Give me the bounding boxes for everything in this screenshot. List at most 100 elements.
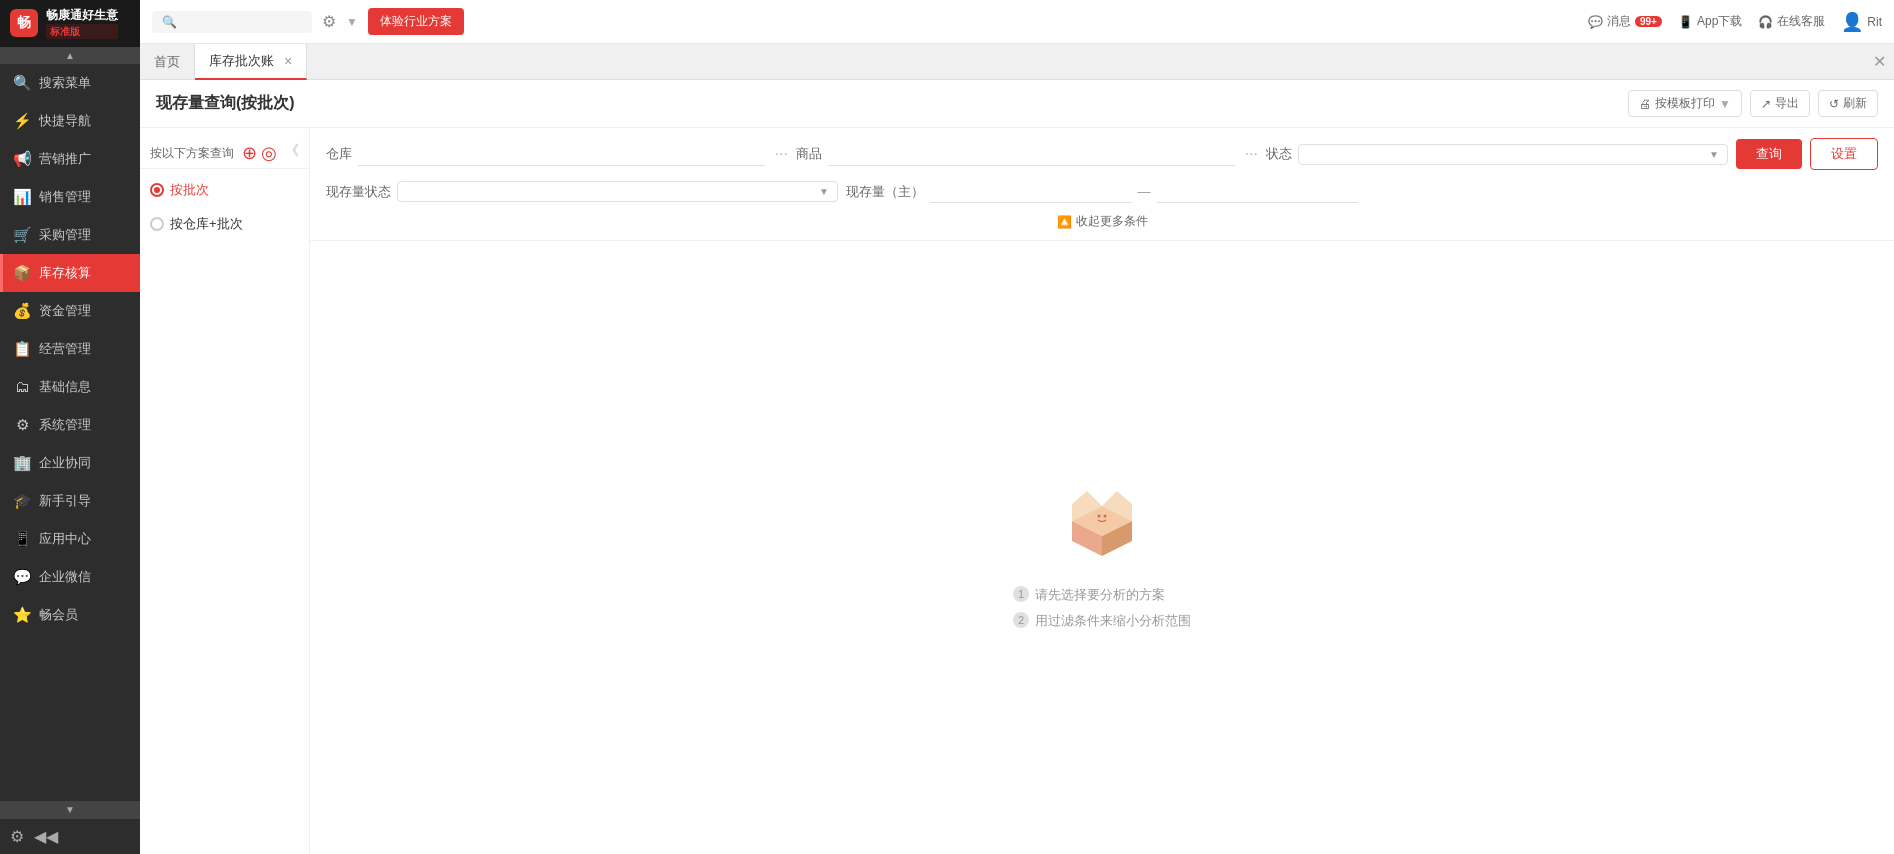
filter-warehouse-group: 仓库 ··· — [326, 143, 788, 166]
operations-icon: 📋 — [13, 340, 31, 358]
sidebar-item-guide[interactable]: 🎓 新手引导 — [0, 482, 140, 520]
purchase-icon: 🛒 — [13, 226, 31, 244]
collapse-button[interactable]: 🔼 收起更多条件 — [1057, 213, 1148, 230]
sidebar-item-sales[interactable]: 📊 销售管理 — [0, 178, 140, 216]
tab-close-icon[interactable]: × — [284, 53, 292, 69]
close-all-icon[interactable]: ✕ — [1873, 52, 1886, 71]
trial-button[interactable]: 体验行业方案 — [368, 8, 464, 35]
goods-more-icon[interactable]: ··· — [1245, 145, 1258, 163]
settings-plan-icon[interactable]: ◎ — [261, 142, 277, 164]
collapse-left-icon[interactable]: 《 — [285, 142, 299, 164]
empty-box-icon — [1052, 466, 1152, 566]
svg-point-6 — [1092, 510, 1112, 526]
warehouse-input[interactable] — [358, 143, 765, 166]
radio-batch — [150, 183, 164, 197]
sidebar-item-finance[interactable]: 💰 资金管理 — [0, 292, 140, 330]
inv-status-select[interactable]: ▼ — [397, 181, 838, 202]
main-area: 🔍 ⚙ ▼ 体验行业方案 💬 消息 99+ 📱 App下载 🎧 在线客服 👤 R… — [140, 0, 1894, 854]
app-download-icon: 📱 — [1678, 15, 1693, 29]
refresh-button[interactable]: ↺ 刷新 — [1818, 90, 1878, 117]
app-download-group[interactable]: 📱 App下载 — [1678, 13, 1742, 30]
tab-batch-account[interactable]: 库存批次账 × — [195, 44, 307, 80]
topbar-search[interactable]: 🔍 — [152, 11, 312, 33]
export-button[interactable]: ↗ 导出 — [1750, 90, 1810, 117]
sidebar-scroll-down[interactable]: ▼ — [0, 801, 140, 818]
sidebar-item-marketing[interactable]: 📢 营销推广 — [0, 140, 140, 178]
empty-tips: 1 请先选择要分析的方案 2 用过滤条件来缩小分析范围 — [1013, 586, 1191, 630]
sidebar-item-apps[interactable]: 📱 应用中心 — [0, 520, 140, 558]
sidebar-header: 畅 畅康通好生意 标准版 — [0, 0, 140, 47]
left-panel-warehouse-batch-label: 按仓库+批次 — [170, 215, 243, 233]
sidebar-footer-icons: ⚙ ◀◀ — [10, 827, 58, 846]
left-panel-item-batch[interactable]: 按批次 — [140, 173, 309, 207]
username: Rit — [1867, 15, 1882, 29]
topbar: 🔍 ⚙ ▼ 体验行业方案 💬 消息 99+ 📱 App下载 🎧 在线客服 👤 R… — [140, 0, 1894, 44]
inv-status-label: 现存量状态 — [326, 183, 391, 201]
tab-home[interactable]: 首页 — [140, 44, 195, 80]
left-panel-item-warehouse-batch[interactable]: 按仓库+批次 — [140, 207, 309, 241]
topbar-right: 💬 消息 99+ 📱 App下载 🎧 在线客服 👤 Rit — [1588, 11, 1882, 33]
sidebar-item-base[interactable]: 🗂 基础信息 — [0, 368, 140, 406]
collapse-up-icon: 🔼 — [1057, 215, 1072, 229]
apps-icon: 📱 — [13, 530, 31, 548]
status-label: 状态 — [1266, 145, 1292, 163]
sidebar-item-enterprise[interactable]: 🏢 企业协同 — [0, 444, 140, 482]
print-dropdown-arrow[interactable]: ▼ — [1719, 97, 1731, 111]
sidebar-item-purchase[interactable]: 🛒 采购管理 — [0, 216, 140, 254]
radio-warehouse-batch — [150, 217, 164, 231]
tab-home-label: 首页 — [154, 53, 180, 71]
sidebar-item-label: 系统管理 — [39, 416, 91, 434]
filter-collapse-row: 🔼 收起更多条件 — [326, 213, 1878, 230]
sidebar-item-label: 畅会员 — [39, 606, 78, 624]
marketing-icon: 📢 — [13, 150, 31, 168]
message-group[interactable]: 💬 消息 99+ — [1588, 13, 1662, 30]
settings-button[interactable]: 设置 — [1810, 138, 1878, 170]
sidebar-item-label: 企业协同 — [39, 454, 91, 472]
page-title: 现存量查询(按批次) — [156, 93, 295, 114]
sidebar-item-quick-nav[interactable]: ⚡ 快捷导航 — [0, 102, 140, 140]
inv-amount-max-input[interactable] — [1157, 180, 1359, 203]
settings-icon[interactable]: ⚙ — [10, 827, 24, 846]
add-plan-icon[interactable]: ⊕ — [242, 142, 257, 164]
tip-num-1: 1 — [1013, 586, 1029, 602]
left-panel-title: 按以下方案查询 — [150, 145, 234, 162]
sidebar-footer: ⚙ ◀◀ — [0, 818, 140, 854]
app-name-block: 畅康通好生意 标准版 — [46, 8, 118, 39]
status-select-arrow: ▼ — [1709, 149, 1719, 160]
empty-state: 1 请先选择要分析的方案 2 用过滤条件来缩小分析范围 — [310, 241, 1894, 854]
sidebar-item-label: 企业微信 — [39, 568, 91, 586]
inv-amount-min-input[interactable] — [930, 180, 1132, 203]
topbar-dropdown-arrow[interactable]: ▼ — [346, 15, 358, 29]
refresh-icon: ↺ — [1829, 97, 1839, 111]
headset-icon: 🎧 — [1758, 15, 1773, 29]
sidebar-scroll-up[interactable]: ▲ — [0, 47, 140, 64]
filter-area: 按以下方案查询 ⊕ ◎ 《 按批次 按仓库+批次 — [140, 128, 1894, 854]
sidebar-item-vip[interactable]: ⭐ 畅会员 — [0, 596, 140, 634]
goods-input[interactable] — [828, 143, 1235, 166]
sidebar-item-wechat[interactable]: 💬 企业微信 — [0, 558, 140, 596]
collapse-icon[interactable]: ◀◀ — [34, 827, 58, 846]
online-service-group[interactable]: 🎧 在线客服 — [1758, 13, 1825, 30]
refresh-label: 刷新 — [1843, 95, 1867, 112]
export-label: 导出 — [1775, 95, 1799, 112]
tip-text-1: 请先选择要分析的方案 — [1035, 586, 1165, 604]
sidebar-item-operations[interactable]: 📋 经营管理 — [0, 330, 140, 368]
tab-batch-account-label: 库存批次账 — [209, 52, 274, 70]
sidebar-item-label: 新手引导 — [39, 492, 91, 510]
export-icon: ↗ — [1761, 97, 1771, 111]
status-select[interactable]: ▼ — [1298, 144, 1728, 165]
content-area: 现存量查询(按批次) 🖨 按模板打印 ▼ ↗ 导出 ↺ 刷新 — [140, 80, 1894, 854]
topbar-gear-icon[interactable]: ⚙ — [322, 12, 336, 31]
user-group[interactable]: 👤 Rit — [1841, 11, 1882, 33]
quick-nav-icon: ⚡ — [13, 112, 31, 130]
sidebar-item-inventory[interactable]: 📦 库存核算 — [0, 254, 140, 292]
topbar-search-icon: 🔍 — [162, 15, 177, 29]
query-button[interactable]: 查询 — [1736, 139, 1802, 169]
sidebar: 畅 畅康通好生意 标准版 ▲ 🔍 搜索菜单 ⚡ 快捷导航 📢 营销推广 📊 销售… — [0, 0, 140, 854]
goods-label: 商品 — [796, 145, 822, 163]
print-button[interactable]: 🖨 按模板打印 ▼ — [1628, 90, 1742, 117]
enterprise-icon: 🏢 — [13, 454, 31, 472]
sidebar-item-search[interactable]: 🔍 搜索菜单 — [0, 64, 140, 102]
warehouse-more-icon[interactable]: ··· — [775, 145, 788, 163]
sidebar-item-system[interactable]: ⚙ 系统管理 — [0, 406, 140, 444]
